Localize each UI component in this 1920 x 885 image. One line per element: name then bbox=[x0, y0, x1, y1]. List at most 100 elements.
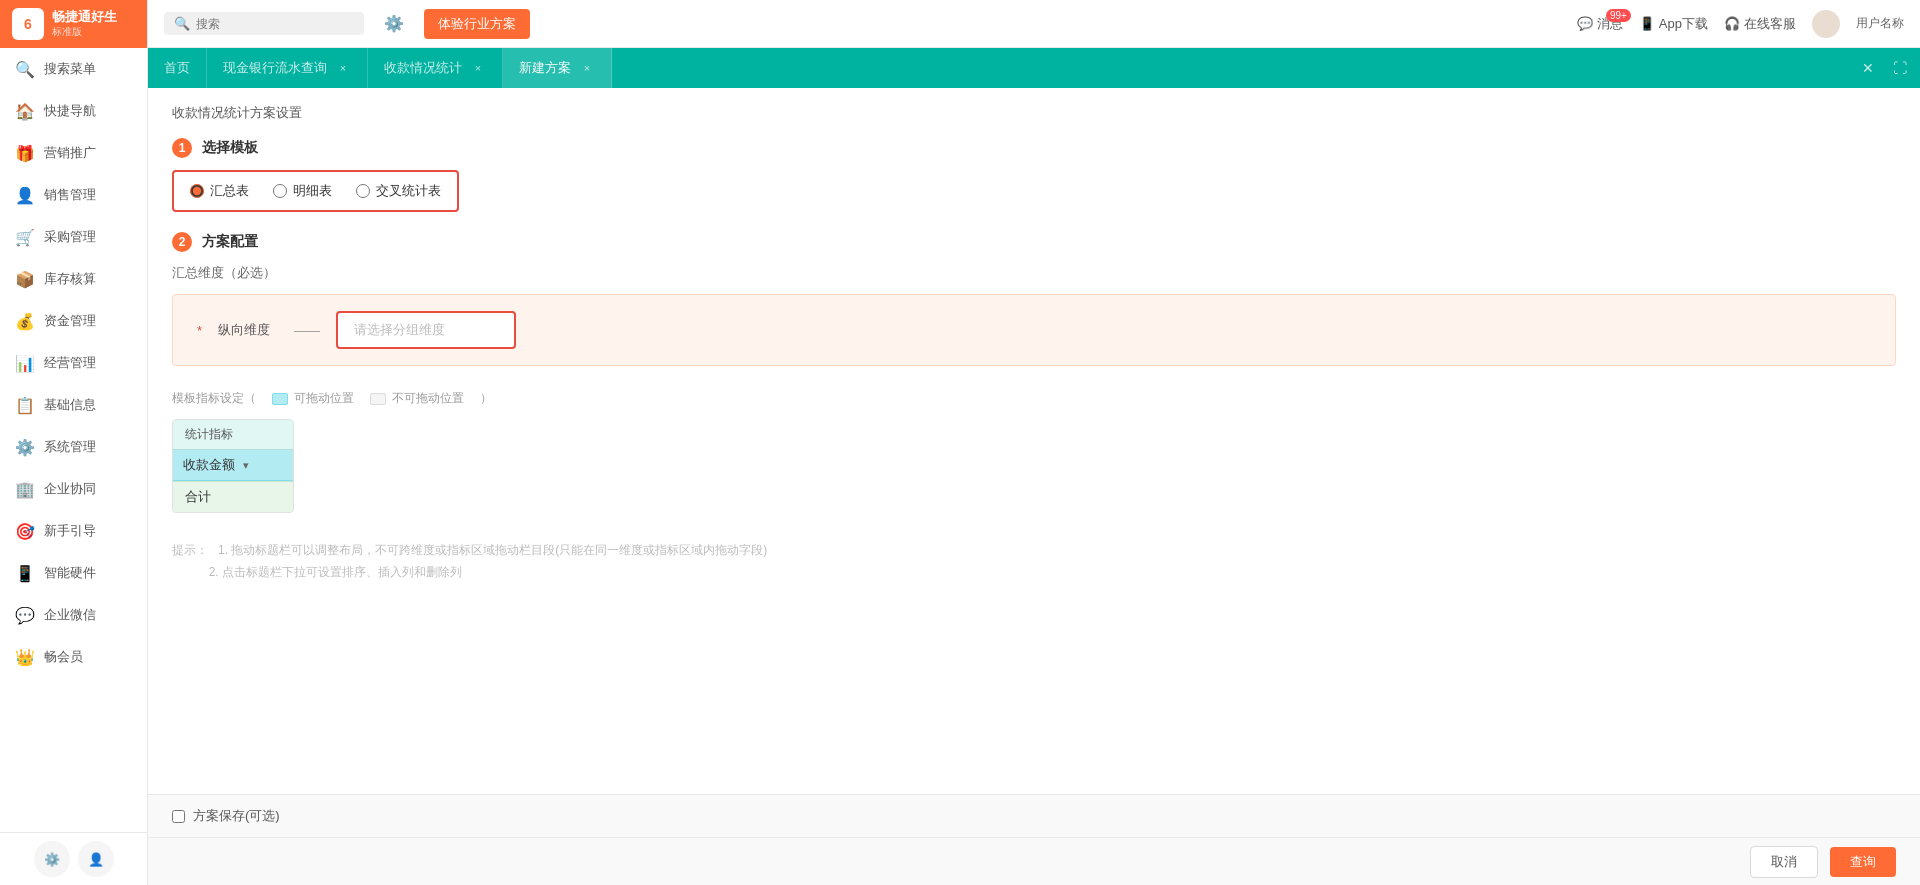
sidebar-item-system[interactable]: ⚙️ 系统管理 bbox=[0, 426, 147, 468]
tab-home[interactable]: 首页 bbox=[148, 48, 207, 88]
search-input[interactable] bbox=[196, 17, 336, 31]
bottom-save-area: 方案保存(可选) bbox=[148, 794, 1920, 837]
logo-text: 畅捷通好生 bbox=[52, 9, 117, 25]
metrics-table-header: 统计指标 bbox=[173, 420, 293, 450]
money-icon: 💰 bbox=[16, 312, 34, 330]
sidebar-item-label: 经营管理 bbox=[44, 354, 96, 372]
tab-expand-icon[interactable]: ⛶ bbox=[1888, 56, 1912, 80]
cancel-button[interactable]: 取消 bbox=[1750, 846, 1818, 878]
tab-bank-close[interactable]: × bbox=[335, 60, 351, 76]
message-button[interactable]: 💬 消息 99+ bbox=[1577, 15, 1623, 33]
sidebar-item-marketing[interactable]: 🎁 营销推广 bbox=[0, 132, 147, 174]
sidebar-item-hardware[interactable]: 📱 智能硬件 bbox=[0, 552, 147, 594]
radio-detail[interactable]: 明细表 bbox=[273, 182, 332, 200]
sidebar-item-label: 销售管理 bbox=[44, 186, 96, 204]
message-badge: 99+ bbox=[1606, 9, 1631, 22]
target-icon: 🎯 bbox=[16, 522, 34, 540]
sidebar-user-icon[interactable]: 👤 bbox=[78, 841, 114, 877]
tab-bank-label: 现金银行流水查询 bbox=[223, 59, 327, 77]
page-title: 收款情况统计方案设置 bbox=[172, 104, 1896, 122]
sidebar-logo: 6 畅捷通好生 标准版 bbox=[0, 0, 147, 48]
sidebar-item-enterprise[interactable]: 🏢 企业协同 bbox=[0, 468, 147, 510]
vertical-dimension-label: 纵向维度 bbox=[218, 321, 270, 339]
dimension-row: * 纵向维度 —— 请选择分组维度 bbox=[197, 311, 1871, 349]
tab-stats-close[interactable]: × bbox=[470, 60, 486, 76]
radio-cross[interactable]: 交叉统计表 bbox=[356, 182, 441, 200]
sidebar-item-purchase[interactable]: 🛒 采购管理 bbox=[0, 216, 147, 258]
sidebar-item-search[interactable]: 🔍 搜索菜单 bbox=[0, 48, 147, 90]
list-icon: 📋 bbox=[16, 396, 34, 414]
metrics-area: 模板指标设定（ 可拖动位置 不可拖动位置 ） 统计指标 bbox=[172, 378, 1896, 528]
user-avatar[interactable] bbox=[1812, 10, 1840, 38]
sidebar-item-member[interactable]: 👑 畅会员 bbox=[0, 636, 147, 678]
app-download-button[interactable]: 📱 App下载 bbox=[1639, 15, 1708, 33]
tips-area: 提示： 1. 拖动标题栏可以调整布局，不可跨维度或指标区域拖动栏目段(只能在同一… bbox=[172, 528, 1896, 595]
metrics-cell-total: 合计 bbox=[173, 481, 293, 512]
movable-icon bbox=[272, 393, 288, 405]
tips-spacer bbox=[172, 565, 205, 579]
tab-new[interactable]: 新建方案 × bbox=[503, 48, 612, 88]
tips-line1: 1. 拖动标题栏可以调整布局，不可跨维度或指标区域拖动栏目段(只能在同一维度或指… bbox=[218, 543, 767, 557]
sidebar-item-inventory[interactable]: 📦 库存核算 bbox=[0, 258, 147, 300]
sidebar-item-label: 采购管理 bbox=[44, 228, 96, 246]
user-name[interactable]: 用户名称 bbox=[1856, 15, 1904, 32]
tab-close-all-icon[interactable]: ✕ bbox=[1856, 56, 1880, 80]
tips-label: 提示： bbox=[172, 543, 215, 557]
dimension-selector[interactable]: 请选择分组维度 bbox=[336, 311, 516, 349]
industry-plan-button[interactable]: 体验行业方案 bbox=[424, 9, 530, 39]
main-area: 🔍 ⚙️ 体验行业方案 💬 消息 99+ 📱 App下载 🎧 在线客服 用户名称 bbox=[148, 0, 1920, 885]
sidebar-settings-icon[interactable]: ⚙️ bbox=[34, 841, 70, 877]
online-service-button[interactable]: 🎧 在线客服 bbox=[1724, 15, 1796, 33]
tab-bank[interactable]: 现金银行流水查询 × bbox=[207, 48, 368, 88]
sidebar-item-label: 畅会员 bbox=[44, 648, 83, 666]
radio-summary-label: 汇总表 bbox=[210, 182, 249, 200]
section1-header: 1 选择模板 bbox=[172, 138, 1896, 158]
sidebar-item-label: 库存核算 bbox=[44, 270, 96, 288]
query-button[interactable]: 查询 bbox=[1830, 847, 1896, 877]
radio-cross-input[interactable] bbox=[356, 184, 370, 198]
hint-movable: 可拖动位置 bbox=[272, 390, 354, 407]
section1-num: 1 bbox=[172, 138, 192, 158]
search-bar[interactable]: 🔍 bbox=[164, 12, 364, 35]
metrics-setting-label: 模板指标设定（ bbox=[172, 390, 256, 407]
settings-icon[interactable]: ⚙️ bbox=[380, 10, 408, 38]
metrics-hint: 模板指标设定（ 可拖动位置 不可拖动位置 ） bbox=[172, 390, 1896, 407]
dimension-placeholder: 请选择分组维度 bbox=[354, 321, 445, 339]
gift-icon: 🎁 bbox=[16, 144, 34, 162]
sidebar-item-guide[interactable]: 🎯 新手引导 bbox=[0, 510, 147, 552]
dimension-area: * 纵向维度 —— 请选择分组维度 bbox=[172, 294, 1896, 366]
content-inner: 收款情况统计方案设置 1 选择模板 汇总表 明细表 bbox=[148, 88, 1920, 794]
sidebar-item-wechat[interactable]: 💬 企业微信 bbox=[0, 594, 147, 636]
content-area: 收款情况统计方案设置 1 选择模板 汇总表 明细表 bbox=[148, 88, 1920, 885]
sidebar-item-label: 资金管理 bbox=[44, 312, 96, 330]
radio-cross-label: 交叉统计表 bbox=[376, 182, 441, 200]
radio-summary[interactable]: 汇总表 bbox=[190, 182, 249, 200]
tab-stats[interactable]: 收款情况统计 × bbox=[368, 48, 503, 88]
building-icon: 🏢 bbox=[16, 480, 34, 498]
sidebar-item-sales[interactable]: 👤 销售管理 bbox=[0, 174, 147, 216]
topbar: 🔍 ⚙️ 体验行业方案 💬 消息 99+ 📱 App下载 🎧 在线客服 用户名称 bbox=[148, 0, 1920, 48]
footer-bar: 取消 查询 bbox=[148, 837, 1920, 885]
sidebar-item-funds[interactable]: 💰 资金管理 bbox=[0, 300, 147, 342]
sidebar-item-label: 智能硬件 bbox=[44, 564, 96, 582]
search-icon: 🔍 bbox=[16, 60, 34, 78]
template-select-group: 汇总表 明细表 交叉统计表 bbox=[172, 170, 459, 212]
tab-new-close[interactable]: × bbox=[579, 60, 595, 76]
download-icon: 📱 bbox=[1639, 16, 1655, 31]
metrics-col-dropdown-icon[interactable]: ▾ bbox=[243, 459, 249, 472]
logo-icon: 6 bbox=[12, 8, 44, 40]
section2-title: 方案配置 bbox=[202, 233, 258, 251]
tab-home-label: 首页 bbox=[164, 59, 190, 77]
metrics-col-header[interactable]: 收款金额 ▾ bbox=[173, 450, 293, 481]
sidebar-item-basic[interactable]: 📋 基础信息 bbox=[0, 384, 147, 426]
service-icon: 🎧 bbox=[1724, 16, 1740, 31]
sidebar-item-label: 基础信息 bbox=[44, 396, 96, 414]
radio-summary-input[interactable] bbox=[190, 184, 204, 198]
radio-detail-input[interactable] bbox=[273, 184, 287, 198]
section-template: 1 选择模板 汇总表 明细表 交叉统计表 bbox=[172, 138, 1896, 212]
sidebar-item-quicknav[interactable]: 🏠 快捷导航 bbox=[0, 90, 147, 132]
chat-icon: 💬 bbox=[16, 606, 34, 624]
sidebar-item-operations[interactable]: 📊 经营管理 bbox=[0, 342, 147, 384]
save-checkbox[interactable] bbox=[172, 810, 185, 823]
hint-fixed-label: 不可拖动位置 bbox=[392, 390, 464, 407]
